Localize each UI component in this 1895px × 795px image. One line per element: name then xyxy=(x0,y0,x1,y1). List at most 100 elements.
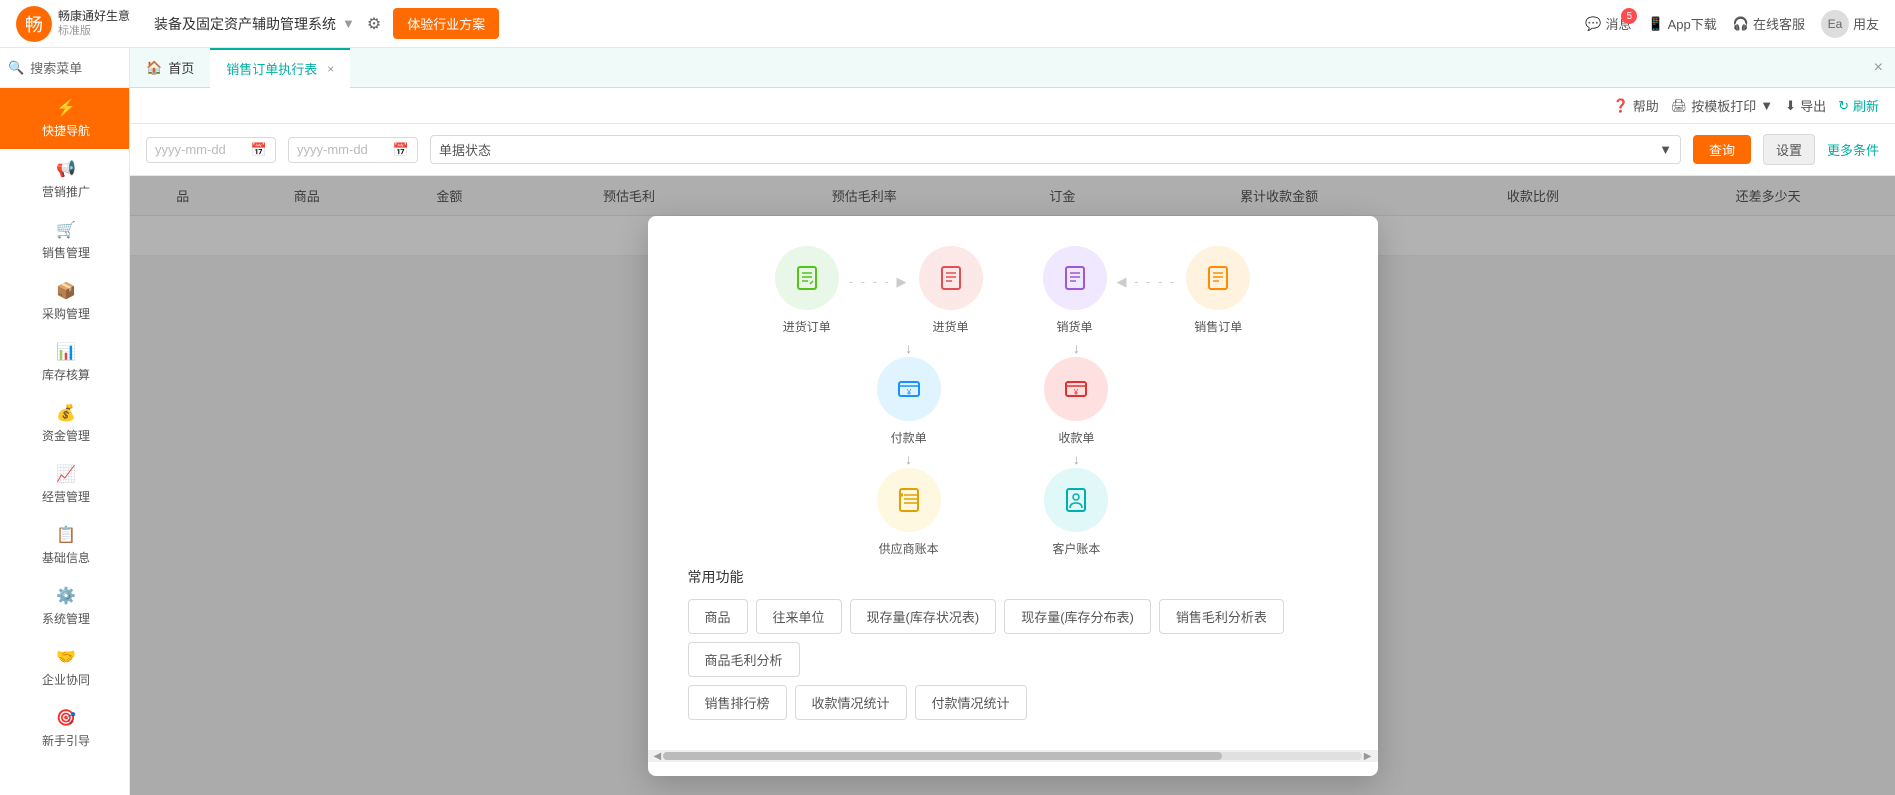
logo-text: 畅康通好生意 标准版 xyxy=(58,9,130,39)
home-icon: 🏠 xyxy=(146,60,162,76)
sales-top-row: 销货单 ◀ - - - - xyxy=(1043,246,1251,335)
sidebar-item-marketing[interactable]: 📢 营销推广 xyxy=(0,149,129,210)
query-btn[interactable]: 查询 xyxy=(1693,135,1751,164)
sidebar-item-operations[interactable]: 📈 经营管理 xyxy=(0,454,129,515)
sales-order-label: 销售订单 xyxy=(1194,318,1242,335)
func-btn-receipt-stats[interactable]: 收款情况统计 xyxy=(795,685,907,720)
purchase-bill-circle xyxy=(919,246,983,310)
flow-node-payment-bill[interactable]: ¥ 付款单 xyxy=(877,357,941,446)
refresh-icon: ↻ xyxy=(1838,98,1849,114)
arrow-sales-bill-down: ↓ xyxy=(1073,339,1080,357)
func-btn-inventory-status[interactable]: 现存量(库存状况表) xyxy=(850,599,997,634)
flow-node-sales-bill[interactable]: 销货单 xyxy=(1043,246,1107,335)
settings-btn[interactable]: 设置 xyxy=(1763,134,1815,165)
tab-close-main-icon[interactable]: × xyxy=(1874,59,1883,77)
tab-home[interactable]: 🏠 首页 xyxy=(130,48,210,88)
sidebar-item-system[interactable]: ⚙️ 系统管理 xyxy=(0,576,129,637)
online-service-btn[interactable]: 🎧 在线客服 xyxy=(1733,14,1805,33)
payment-bill-circle: ¥ xyxy=(877,357,941,421)
scrollbar-track[interactable] xyxy=(663,752,1362,760)
customer-ledger-label: 客户账本 xyxy=(1052,540,1100,557)
flow-node-customer-ledger[interactable]: 客户账本 xyxy=(1044,468,1108,557)
sidebar-item-inventory[interactable]: 📊 库存核算 xyxy=(0,332,129,393)
modal-scrollbar: ◀ ▶ xyxy=(648,750,1378,762)
print-dropdown-icon: ▼ xyxy=(1760,98,1773,113)
sidebar-item-sales[interactable]: 🛒 销售管理 xyxy=(0,210,129,271)
status-select[interactable]: 单据状态 ▼ xyxy=(430,135,1681,164)
sidebar-item-purchase[interactable]: 📦 采购管理 xyxy=(0,271,129,332)
more-conditions-link[interactable]: 更多条件 xyxy=(1827,140,1879,159)
operations-icon: 📈 xyxy=(56,464,76,484)
sidebar-item-enterprise[interactable]: 🤝 企业协同 xyxy=(0,637,129,698)
sidebar-item-finance[interactable]: 💰 资金管理 xyxy=(0,393,129,454)
date-input-end[interactable]: yyyy-mm-dd 📅 xyxy=(288,137,418,163)
purchase-top-row: 进货订单 - - - - ▶ xyxy=(775,246,983,335)
template-print-btn[interactable]: 🖨 按模板打印 ▼ xyxy=(1671,96,1773,115)
flow-node-sales-order[interactable]: 销售订单 xyxy=(1186,246,1250,335)
func-btn-sales-ranking[interactable]: 销售排行榜 xyxy=(688,685,787,720)
modal-overlay[interactable]: 进货订单 - - - - ▶ xyxy=(130,176,1895,795)
quick-nav-icon: ⚡ xyxy=(56,98,76,118)
flow-node-receipt-bill[interactable]: ¥ 收款单 xyxy=(1044,357,1108,446)
scrollbar-right-arrow[interactable]: ▶ xyxy=(1362,751,1374,762)
headset-icon: 🎧 xyxy=(1733,16,1749,32)
func-btn-product[interactable]: 商品 xyxy=(688,599,748,634)
calendar-icon: 📅 xyxy=(251,142,267,158)
help-btn[interactable]: ❓ 帮助 xyxy=(1613,96,1659,115)
message-badge: 5 xyxy=(1621,8,1637,24)
scrollbar-thumb[interactable] xyxy=(663,752,1222,760)
receipt-bill-area: ¥ 收款单 xyxy=(1044,357,1108,446)
title-dropdown-icon[interactable]: ▼ xyxy=(342,16,355,31)
flow-node-supplier-ledger[interactable]: 供应商账本 xyxy=(877,468,941,557)
scrollbar-left-arrow[interactable]: ◀ xyxy=(652,751,664,762)
flow-diagram: 进货订单 - - - - ▶ xyxy=(688,246,1338,557)
logo-area: 畅 畅康通好生意 标准版 xyxy=(16,6,146,42)
refresh-btn[interactable]: ↻ 刷新 xyxy=(1838,96,1879,115)
sales-bill-circle xyxy=(1043,246,1107,310)
experience-btn[interactable]: 体验行业方案 xyxy=(393,8,499,39)
export-btn[interactable]: ⬇ 导出 xyxy=(1785,96,1826,115)
sidebar-item-basic-info[interactable]: 📋 基础信息 xyxy=(0,515,129,576)
receipt-bill-label: 收款单 xyxy=(1058,429,1094,446)
content-toolbar: ❓ 帮助 🖨 按模板打印 ▼ ⬇ 导出 ↻ 刷新 xyxy=(130,88,1895,124)
arrow-purchase-to-bill: - - - - ▶ xyxy=(849,274,909,290)
search-icon: 🔍 xyxy=(8,60,24,76)
search-menu[interactable]: 🔍 搜索菜单 xyxy=(0,48,129,88)
tab-sales-order[interactable]: 销售订单执行表 × xyxy=(210,48,350,88)
tab-close-icon[interactable]: × xyxy=(327,62,334,76)
flow-node-purchase-order[interactable]: 进货订单 xyxy=(775,246,839,335)
func-btn-payment-stats[interactable]: 付款情况统计 xyxy=(915,685,1027,720)
customer-ledger-circle xyxy=(1044,468,1108,532)
supplier-ledger-area: 供应商账本 xyxy=(877,468,941,557)
basic-info-icon: 📋 xyxy=(56,525,76,545)
export-icon: ⬇ xyxy=(1785,98,1796,114)
sales-order-circle xyxy=(1186,246,1250,310)
flow-modal: 进货订单 - - - - ▶ xyxy=(648,216,1378,776)
sales-icon: 🛒 xyxy=(56,220,76,240)
app-download-btn[interactable]: 📱 App下载 xyxy=(1647,14,1716,33)
user-menu[interactable]: Ea 用友 xyxy=(1821,10,1879,38)
filter-area: yyyy-mm-dd 📅 yyyy-mm-dd 📅 单据状态 ▼ 查询 设置 更… xyxy=(130,124,1895,176)
sidebar-item-newbie[interactable]: 🎯 新手引导 xyxy=(0,698,129,759)
sidebar-item-quick-nav[interactable]: ⚡ 快捷导航 xyxy=(0,88,129,149)
purchase-order-label: 进货订单 xyxy=(783,318,831,335)
supplier-ledger-circle xyxy=(877,468,941,532)
flow-node-purchase-bill[interactable]: 进货单 xyxy=(919,246,983,335)
marketing-icon: 📢 xyxy=(56,159,76,179)
func-buttons-row2: 销售排行榜 收款情况统计 付款情况统计 xyxy=(688,685,1338,720)
tab-bar: 🏠 首页 销售订单执行表 × × xyxy=(130,48,1895,88)
func-btn-product-gross[interactable]: 商品毛利分析 xyxy=(688,642,800,677)
customer-ledger-area: 客户账本 xyxy=(1044,468,1108,557)
date-input[interactable]: yyyy-mm-dd 📅 xyxy=(146,137,276,163)
func-btn-inventory-dist[interactable]: 现存量(库存分布表) xyxy=(1004,599,1151,634)
purchase-bill-label: 进货单 xyxy=(932,318,968,335)
receipt-bill-circle: ¥ xyxy=(1044,357,1108,421)
main-area: 🔍 搜索菜单 ⚡ 快捷导航 📢 营销推广 🛒 销售管理 📦 采购管理 📊 xyxy=(0,48,1895,795)
func-btn-contacts[interactable]: 往来单位 xyxy=(756,599,842,634)
payment-bill-label: 付款单 xyxy=(891,429,927,446)
arrow-sales-to-order: ◀ - - - - xyxy=(1117,274,1177,290)
message-btn[interactable]: 💬 消息 5 xyxy=(1585,14,1631,33)
sales-flow: 销货单 ◀ - - - - xyxy=(1043,246,1251,557)
settings-icon[interactable]: ⚙ xyxy=(367,14,381,34)
func-btn-sales-gross[interactable]: 销售毛利分析表 xyxy=(1159,599,1284,634)
